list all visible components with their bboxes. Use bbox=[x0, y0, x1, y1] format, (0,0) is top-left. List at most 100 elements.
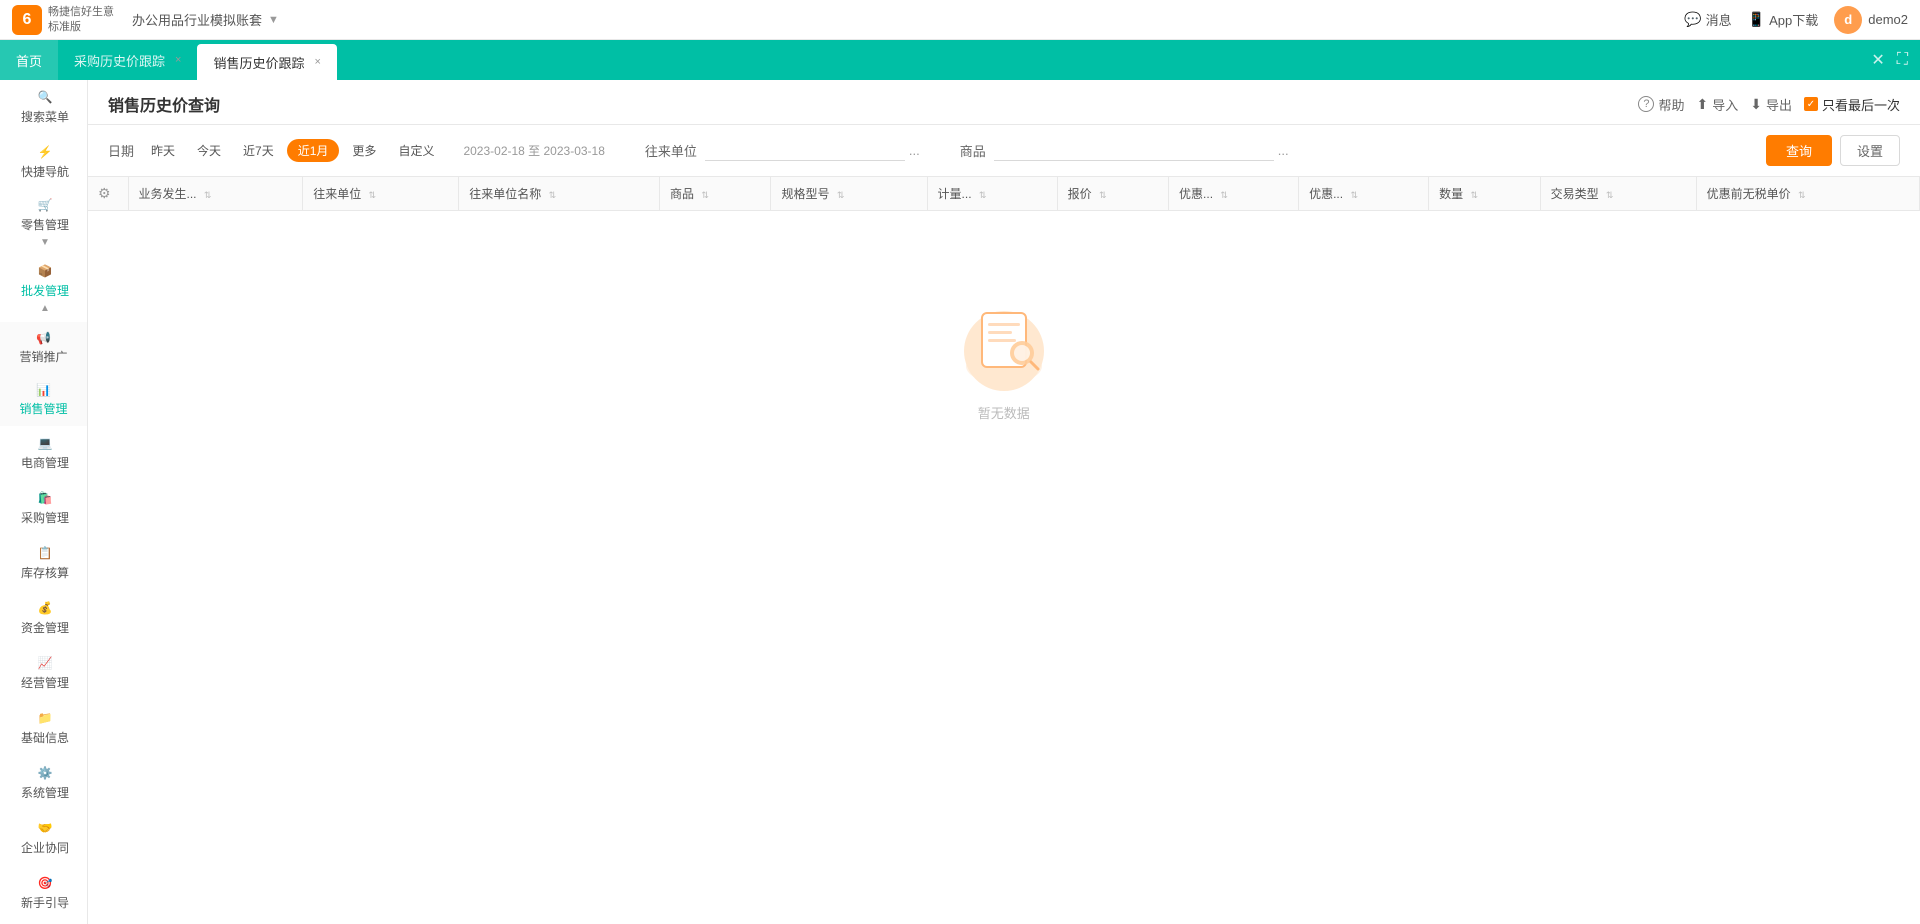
col-partner-name-label: 往来单位名称 bbox=[469, 187, 541, 201]
settings-button[interactable]: 设置 bbox=[1840, 135, 1900, 166]
tab-purchase-history-close[interactable]: × bbox=[175, 54, 181, 66]
gear-icon[interactable]: ⚙ bbox=[98, 185, 111, 201]
content-area: 销售历史价查询 ? 帮助 ⬆ 导入 ⬇ 导出 ✓ 只看最后一次 bbox=[88, 80, 1920, 924]
sidebar-item-retail-mgmt[interactable]: 🛒 零售管理 ▼ bbox=[0, 190, 87, 256]
col-partner-name[interactable]: 往来单位名称 ⇅ bbox=[459, 177, 660, 211]
help-button[interactable]: ? 帮助 bbox=[1638, 95, 1684, 114]
col-trade-type[interactable]: 交易类型 ⇅ bbox=[1540, 177, 1696, 211]
partner-input[interactable] bbox=[705, 141, 905, 161]
empty-state-row: 暂无数据 bbox=[88, 211, 1920, 503]
tab-maximize-button[interactable]: ⛶ bbox=[1897, 51, 1908, 69]
col-product-sort: ⇅ bbox=[701, 190, 709, 200]
finance-mgmt-label: 资金管理 bbox=[21, 619, 69, 636]
avatar: d bbox=[1834, 6, 1862, 34]
date-btn-yesterday[interactable]: 昨天 bbox=[142, 139, 184, 162]
sidebar-item-sys-mgmt[interactable]: ⚙️ 系统管理 bbox=[0, 756, 87, 811]
sidebar-item-ops-mgmt[interactable]: 📈 经营管理 bbox=[0, 646, 87, 701]
col-pre-discount-price[interactable]: 优惠前无税单价 ⇅ bbox=[1696, 177, 1919, 211]
col-quantity[interactable]: 数量 ⇅ bbox=[1429, 177, 1540, 211]
col-unit-label: 计量... bbox=[938, 187, 972, 201]
sidebar-item-enterprise[interactable]: 🤝 企业协同 bbox=[0, 811, 87, 866]
only-last-label: 只看最后一次 bbox=[1822, 95, 1900, 114]
col-quote-sort: ⇅ bbox=[1099, 190, 1107, 200]
tab-close-all-button[interactable]: ✕ bbox=[1871, 50, 1884, 70]
tab-bar-end: ✕ ⛶ bbox=[1871, 50, 1920, 70]
tab-purchase-history-label: 采购历史价跟踪 bbox=[74, 51, 165, 70]
sidebar-item-wholesale-mgmt[interactable]: 📦 批发管理 ▲ bbox=[0, 256, 87, 322]
sys-mgmt-label: 系统管理 bbox=[21, 784, 69, 801]
col-product-label: 商品 bbox=[670, 187, 694, 201]
date-btn-more[interactable]: 更多 bbox=[343, 139, 385, 162]
app-title-dropdown-icon[interactable]: ▼ bbox=[268, 14, 279, 26]
table-body: 暂无数据 bbox=[88, 211, 1920, 503]
help-icon: ? bbox=[1638, 96, 1654, 112]
col-discount2[interactable]: 优惠... ⇅ bbox=[1299, 177, 1429, 211]
partner-filter-group: 往来单位 ... bbox=[645, 141, 920, 161]
col-unit[interactable]: 计量... ⇅ bbox=[927, 177, 1057, 211]
col-biz-date[interactable]: 业务发生... ⇅ bbox=[128, 177, 303, 211]
export-button[interactable]: ⬇ 导出 bbox=[1750, 95, 1792, 114]
date-filter-group: 日期 昨天 今天 近7天 近1月 更多 自定义 bbox=[108, 139, 443, 162]
user-name: demo2 bbox=[1868, 12, 1908, 27]
app-title[interactable]: 办公用品行业模拟账套 bbox=[132, 10, 262, 29]
tab-purchase-history[interactable]: 采购历史价跟踪 × bbox=[58, 40, 197, 80]
only-last-checkbox[interactable]: ✓ bbox=[1804, 97, 1818, 111]
message-button[interactable]: 💬 消息 bbox=[1684, 10, 1731, 29]
only-last-checkbox-label[interactable]: ✓ 只看最后一次 bbox=[1804, 95, 1900, 114]
top-bar-left: 6 畅捷信好生意 标准版 办公用品行业模拟账套 ▼ bbox=[12, 5, 279, 35]
col-settings[interactable]: ⚙ bbox=[88, 177, 128, 211]
col-product[interactable]: 商品 ⇅ bbox=[660, 177, 771, 211]
sidebar-item-quick-nav[interactable]: ⚡ 快捷导航 bbox=[0, 135, 87, 190]
col-pre-discount-price-label: 优惠前无税单价 bbox=[1707, 187, 1791, 201]
search-menu-label: 搜索菜单 bbox=[21, 108, 69, 125]
partner-ellipsis-button[interactable]: ... bbox=[909, 143, 920, 158]
col-quote[interactable]: 报价 ⇅ bbox=[1057, 177, 1168, 211]
tab-sales-history-close[interactable]: × bbox=[314, 56, 320, 68]
product-ellipsis-button[interactable]: ... bbox=[1278, 143, 1289, 158]
sidebar-item-sales-mgmt[interactable]: 📊 销售管理 bbox=[0, 374, 87, 426]
sidebar-item-inventory[interactable]: 📋 库存核算 bbox=[0, 536, 87, 591]
import-button[interactable]: ⬆ 导入 bbox=[1696, 95, 1738, 114]
tab-sales-history-label: 销售历史价跟踪 bbox=[213, 53, 304, 72]
page-actions: ? 帮助 ⬆ 导入 ⬇ 导出 ✓ 只看最后一次 bbox=[1638, 95, 1900, 114]
retail-mgmt-icon: 🛒 bbox=[38, 198, 53, 212]
main-layout: 🔍 搜索菜单 ⚡ 快捷导航 🛒 零售管理 ▼ 📦 批发管理 ▲ 📢 营销推广 📊… bbox=[0, 80, 1920, 924]
top-bar: 6 畅捷信好生意 标准版 办公用品行业模拟账套 ▼ 💬 消息 📱 App下载 d… bbox=[0, 0, 1920, 40]
tab-home-label: 首页 bbox=[16, 51, 42, 70]
sidebar-item-purchase-mgmt[interactable]: 🛍️ 采购管理 bbox=[0, 481, 87, 536]
col-partner-code-label: 往来单位 bbox=[313, 187, 361, 201]
tab-home[interactable]: 首页 bbox=[0, 40, 58, 80]
partner-label: 往来单位 bbox=[645, 141, 697, 160]
sidebar-item-search-menu[interactable]: 🔍 搜索菜单 bbox=[0, 80, 87, 135]
col-quantity-sort: ⇅ bbox=[1470, 190, 1478, 200]
product-input[interactable] bbox=[994, 141, 1274, 161]
date-buttons: 昨天 今天 近7天 近1月 更多 自定义 bbox=[142, 139, 443, 162]
sales-mgmt-label: 销售管理 bbox=[19, 400, 67, 417]
finance-mgmt-icon: 💰 bbox=[38, 601, 53, 615]
partner-input-wrapper: ... bbox=[705, 141, 920, 161]
sidebar-item-basic-info[interactable]: 📁 基础信息 bbox=[0, 701, 87, 756]
col-unit-sort: ⇅ bbox=[979, 190, 987, 200]
sidebar-item-new-guide[interactable]: 🎯 新手引导 bbox=[0, 866, 87, 921]
date-btn-last7days[interactable]: 近7天 bbox=[234, 139, 283, 162]
marketing-label: 营销推广 bbox=[19, 348, 67, 365]
basic-info-icon: 📁 bbox=[38, 711, 53, 725]
app-download-button[interactable]: 📱 App下载 bbox=[1748, 10, 1819, 29]
ecommerce-label: 电商管理 bbox=[21, 454, 69, 471]
ops-mgmt-label: 经营管理 bbox=[21, 674, 69, 691]
sidebar-item-finance-mgmt[interactable]: 💰 资金管理 bbox=[0, 591, 87, 646]
col-partner-code[interactable]: 往来单位 ⇅ bbox=[303, 177, 459, 211]
wholesale-mgmt-arrow: ▲ bbox=[40, 303, 50, 314]
col-discount1[interactable]: 优惠... ⇅ bbox=[1169, 177, 1299, 211]
col-spec[interactable]: 规格型号 ⇅ bbox=[771, 177, 927, 211]
purchase-mgmt-icon: 🛍️ bbox=[38, 491, 53, 505]
sidebar-item-marketing[interactable]: 📢 营销推广 bbox=[0, 322, 87, 374]
user-area[interactable]: d demo2 bbox=[1834, 6, 1908, 34]
date-btn-last1month[interactable]: 近1月 bbox=[287, 139, 340, 162]
sidebar-item-ecommerce-mgmt[interactable]: 💻 电商管理 bbox=[0, 426, 87, 481]
query-button[interactable]: 查询 bbox=[1766, 135, 1832, 166]
date-btn-today[interactable]: 今天 bbox=[188, 139, 230, 162]
date-btn-custom[interactable]: 自定义 bbox=[389, 139, 443, 162]
app-title-bar: 办公用品行业模拟账套 ▼ bbox=[132, 10, 279, 29]
tab-sales-history[interactable]: 销售历史价跟踪 × bbox=[197, 44, 336, 80]
